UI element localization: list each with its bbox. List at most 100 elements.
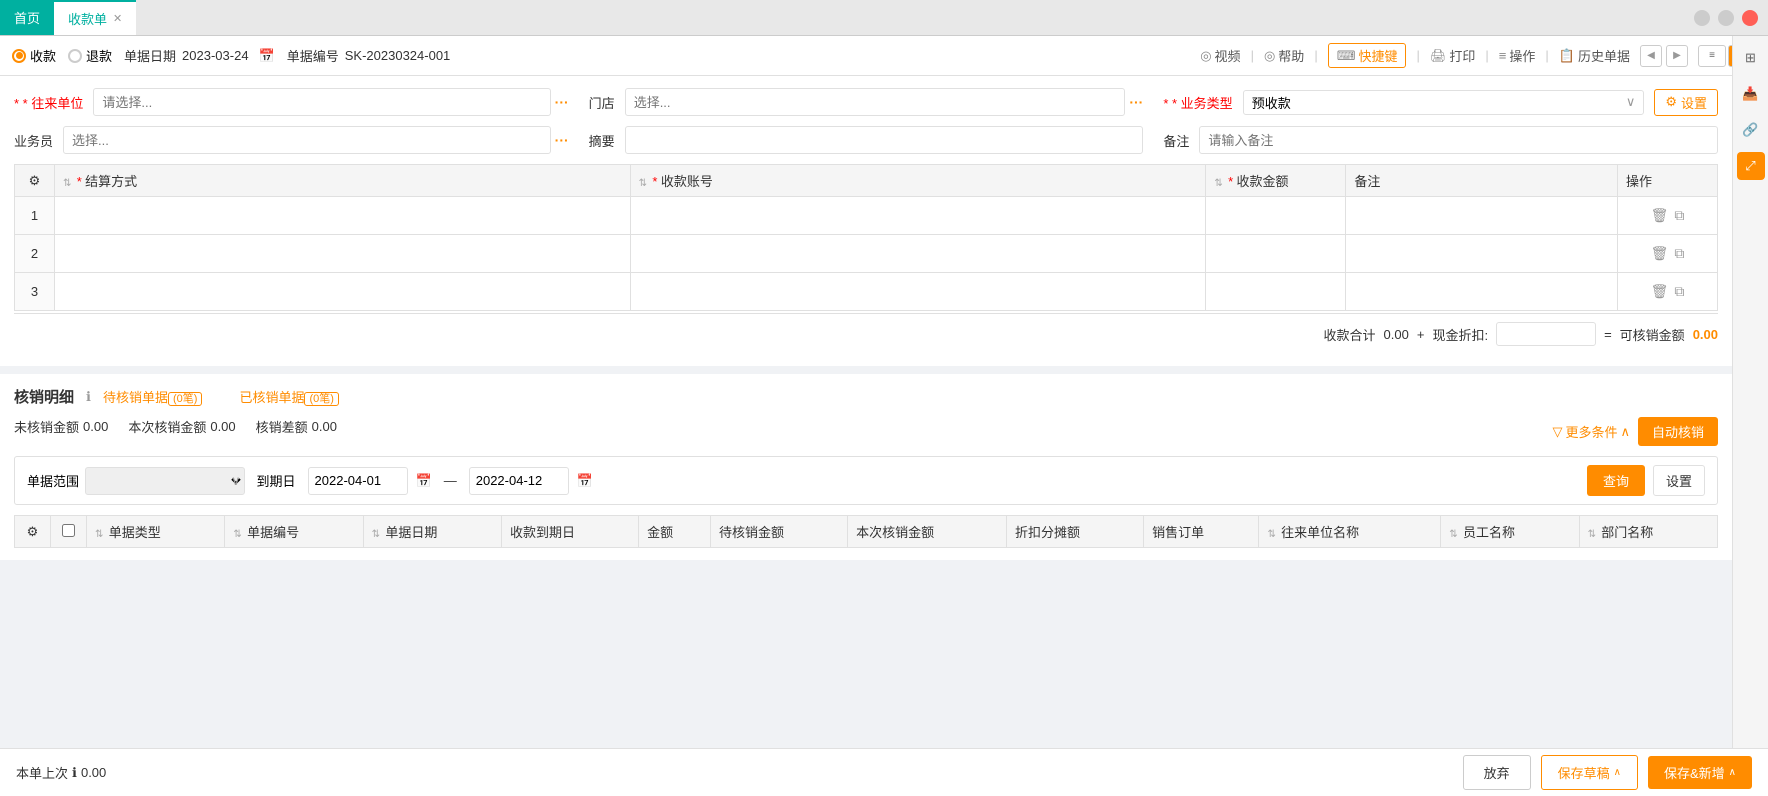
action-history[interactable]: 📋 历史单据 — [1559, 46, 1630, 65]
row2-amount[interactable] — [1206, 235, 1346, 273]
remark-input[interactable] — [1199, 126, 1718, 154]
bt-header-staff: ⇅ 员工名称 — [1441, 516, 1579, 548]
action-video[interactable]: ◎ 视频 — [1200, 46, 1240, 65]
bt-header-gear[interactable]: ⚙ — [15, 516, 51, 548]
filter-more-btn[interactable]: ▽ 更多条件 ∧ — [1552, 422, 1630, 441]
bt-partner-label: 往来单位名称 — [1281, 525, 1359, 540]
row2-remark[interactable] — [1346, 235, 1618, 273]
date-to-input[interactable] — [469, 467, 569, 495]
staff-more-btn[interactable]: ··· — [555, 132, 569, 148]
row1-remark[interactable] — [1346, 197, 1618, 235]
save-draft-button[interactable]: 保存草稿 ∧ — [1541, 755, 1638, 790]
bt-due-label: 收款到期日 — [510, 525, 575, 540]
action-shortcut[interactable]: ⌨ 快捷键 — [1328, 43, 1407, 68]
hx-tab-done[interactable]: 已核销单据(0笔) — [239, 387, 338, 406]
row2-account[interactable] — [630, 235, 1206, 273]
row3-settlement[interactable] — [55, 273, 631, 311]
hx-info-icon[interactable]: ℹ — [86, 389, 91, 405]
delete-icon-1[interactable]: 🗑 — [1651, 207, 1669, 224]
discount-input[interactable] — [1496, 322, 1596, 346]
radio-receipt[interactable]: 收款 — [12, 46, 56, 65]
bt-sort5: ⇅ — [1449, 529, 1457, 540]
range-select[interactable] — [85, 467, 245, 495]
bt-sort1: ⇅ — [95, 529, 103, 540]
calendar-from-icon[interactable]: 📅 — [416, 473, 432, 489]
close-button[interactable] — [1742, 10, 1758, 26]
settings-btn[interactable]: ⚙ 设置 — [1654, 89, 1718, 116]
bt-header-checkbox[interactable] — [51, 516, 87, 548]
footer-value: 0.00 — [81, 765, 106, 780]
footer-info-icon[interactable]: ℹ — [72, 765, 77, 781]
date-label: 单据日期 — [124, 46, 176, 65]
bt-this-label: 本次核销金额 — [856, 525, 934, 540]
bt-dept-label: 部门名称 — [1601, 525, 1653, 540]
amount-col-label: 收款金额 — [1236, 174, 1288, 189]
hx-tab-pending[interactable]: 待核销单据(0笔) — [103, 387, 202, 406]
action-print[interactable]: 🖨 打印 — [1430, 46, 1476, 65]
copy-icon-1[interactable]: ⧉ — [1674, 207, 1684, 224]
delete-icon-2[interactable]: 🗑 — [1651, 245, 1669, 262]
row1-amount[interactable] — [1206, 197, 1346, 235]
row1-account[interactable] — [630, 197, 1206, 235]
row3-account[interactable] — [630, 273, 1206, 311]
minimize-button[interactable] — [1694, 10, 1710, 26]
result-label: 可核销金额 — [1620, 325, 1685, 344]
stat-pending-amount: 未核销金额 0.00 — [14, 417, 108, 436]
table-header-gear[interactable]: ⚙ — [15, 165, 55, 197]
auto-hx-button[interactable]: 自动核销 — [1638, 417, 1718, 446]
row2-settlement[interactable] — [55, 235, 631, 273]
number-value: SK-20230324-001 — [345, 48, 451, 63]
maximize-button[interactable] — [1718, 10, 1734, 26]
main-form-section: * 往来单位 ··· 门店 ··· * 业务类型 预收款 ∨ ⚙ 设置 — [0, 76, 1732, 366]
store-input[interactable] — [625, 88, 1126, 116]
summary-input[interactable] — [625, 126, 1144, 154]
abandon-button[interactable]: 放弃 — [1463, 755, 1531, 790]
staff-input[interactable] — [63, 126, 551, 154]
link-icon: 🔗 — [1742, 122, 1758, 138]
sidebar-inbox-icon[interactable]: 📥 — [1737, 80, 1765, 108]
filter-settings-button[interactable]: 设置 — [1653, 465, 1705, 496]
section-divider — [0, 366, 1732, 374]
store-more-btn[interactable]: ··· — [1129, 94, 1143, 110]
save-new-arrow-icon: ∧ — [1729, 767, 1736, 778]
diff-amount-label: 核销差额 — [256, 417, 308, 436]
nav-next[interactable]: ▶ — [1666, 45, 1688, 67]
sidebar-expand-icon[interactable]: ⤢ — [1737, 152, 1765, 180]
tab-close-icon[interactable]: ✕ — [113, 12, 122, 25]
row3-amount[interactable] — [1206, 273, 1346, 311]
nav-prev[interactable]: ◀ — [1640, 45, 1662, 67]
partner-more-btn[interactable]: ··· — [555, 94, 569, 110]
radio-refund[interactable]: 退款 — [68, 46, 112, 65]
save-new-button[interactable]: 保存&新增 ∧ — [1648, 756, 1752, 789]
sidebar-link-icon[interactable]: 🔗 — [1737, 116, 1765, 144]
query-button[interactable]: 查询 — [1587, 465, 1645, 496]
calendar-to-icon[interactable]: 📅 — [577, 473, 593, 489]
action-help[interactable]: ◎ 帮助 — [1264, 46, 1304, 65]
view-list[interactable]: ≡ — [1698, 45, 1726, 67]
chevron-down-icon[interactable]: ∨ — [1626, 94, 1636, 110]
hx-actions: ▽ 更多条件 ∧ 自动核销 — [1552, 417, 1718, 446]
delete-icon-3[interactable]: 🗑 — [1651, 283, 1669, 300]
this-amount-value: 0.00 — [210, 419, 235, 434]
row3-remark[interactable] — [1346, 273, 1618, 311]
partner-label: * 往来单位 — [14, 93, 83, 112]
due-date-label: 到期日 — [257, 471, 296, 490]
tab-home-label: 首页 — [14, 8, 40, 27]
row1-settlement[interactable] — [55, 197, 631, 235]
done-badge: (0笔) — [304, 392, 338, 406]
action-help-label: 帮助 — [1278, 46, 1304, 65]
tab-home[interactable]: 首页 — [0, 0, 54, 35]
sidebar-table-icon[interactable]: ⊞ — [1737, 44, 1765, 72]
partner-input[interactable] — [93, 88, 550, 116]
bt-date-label: 单据日期 — [385, 525, 437, 540]
result-value: 0.00 — [1693, 327, 1718, 342]
action-operation[interactable]: ≡ 操作 — [1499, 46, 1536, 65]
select-all-checkbox[interactable] — [62, 524, 75, 537]
date-from-input[interactable] — [308, 467, 408, 495]
tab-receipt[interactable]: 收款单 ✕ — [54, 0, 136, 35]
right-sidebar: ⊞ 📥 🔗 ⤢ — [1732, 36, 1768, 748]
copy-icon-3[interactable]: ⧉ — [1674, 283, 1684, 300]
copy-icon-2[interactable]: ⧉ — [1674, 245, 1684, 262]
calendar-icon[interactable]: 📅 — [259, 48, 275, 64]
tab-bar: 首页 收款单 ✕ — [0, 0, 1768, 36]
